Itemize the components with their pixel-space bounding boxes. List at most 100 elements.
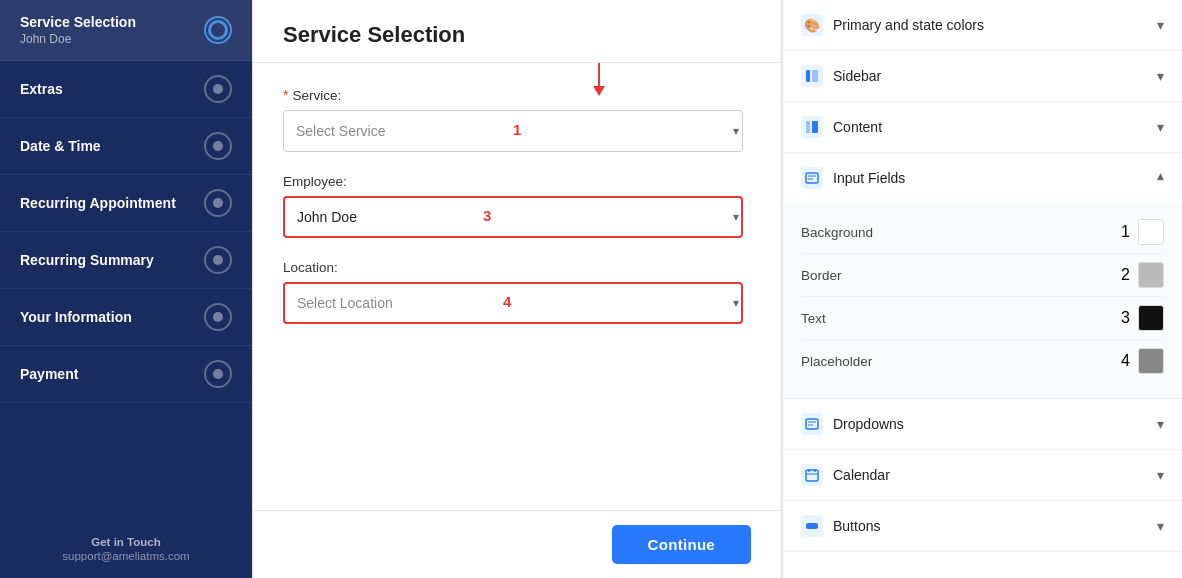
right-section-header-content[interactable]: Content ▾: [783, 102, 1182, 152]
right-section-calendar: Calendar ▾: [783, 450, 1182, 501]
right-section-header-buttons[interactable]: Buttons ▾: [783, 501, 1182, 551]
input-field-label-placeholder: Placeholder: [801, 354, 872, 369]
right-section-dropdowns: Dropdowns ▾: [783, 399, 1182, 450]
sidebar-item-sub-service-selection: John Doe: [20, 32, 136, 46]
sidebar-item-your-information[interactable]: Your Information: [0, 289, 252, 346]
sidebar-item-icon-payment: [204, 360, 232, 388]
continue-button[interactable]: Continue: [612, 525, 751, 564]
svg-rect-1: [812, 70, 818, 82]
footer-title: Get in Touch: [20, 536, 232, 548]
sidebar-item-title-payment: Payment: [20, 366, 78, 382]
right-section-title-content: Content: [833, 119, 882, 135]
sidebar-item-icon-service-selection: [204, 16, 232, 44]
sidebar-item-left-service-selection: Service Selection John Doe: [20, 14, 136, 46]
right-section-title-input-fields: Input Fields: [833, 170, 905, 186]
location-num: 4: [503, 293, 511, 310]
right-section-buttons: Buttons ▾: [783, 501, 1182, 552]
color-swatch-text[interactable]: [1138, 305, 1164, 331]
employee-select[interactable]: John Doe: [283, 196, 743, 238]
field-num-placeholder: 4: [1121, 352, 1130, 370]
svg-rect-2: [806, 121, 810, 133]
svg-rect-3: [812, 121, 818, 133]
main-body: 2 * Service: Select Service ▾ 1 Employee…: [253, 63, 781, 510]
right-section-header-dropdowns[interactable]: Dropdowns ▾: [783, 399, 1182, 449]
right-section-header-sidebar[interactable]: Sidebar ▾: [783, 51, 1182, 101]
right-section-header-calendar[interactable]: Calendar ▾: [783, 450, 1182, 500]
sidebar-item-extras[interactable]: Extras: [0, 61, 252, 118]
right-section-header-left-calendar: Calendar: [801, 464, 890, 486]
chevron-primary-colors: ▾: [1157, 17, 1164, 33]
sidebar-item-icon-date-time: [204, 132, 232, 160]
location-label: Location:: [283, 260, 751, 275]
input-field-right-border: 2: [1121, 262, 1164, 288]
sidebar-item-title-date-time: Date & Time: [20, 138, 101, 154]
service-label: * Service:: [283, 87, 751, 103]
sidebar-item-left-extras: Extras: [20, 81, 63, 97]
service-select-wrapper: Select Service ▾ 1: [283, 110, 751, 152]
chevron-buttons: ▾: [1157, 518, 1164, 534]
employee-select-wrapper: John Doe ▾ 3: [283, 196, 751, 238]
sidebar-footer: Get in Touch support@ameliatms.com: [0, 520, 252, 578]
sidebar-item-payment[interactable]: Payment: [0, 346, 252, 403]
sidebar-item-left-your-information: Your Information: [20, 309, 132, 325]
input-field-row-text: Text 3: [801, 297, 1164, 340]
input-field-label-text: Text: [801, 311, 826, 326]
employee-label: Employee:: [283, 174, 751, 189]
input-field-row-border: Border 2: [801, 254, 1164, 297]
sidebar-item-icon-your-information: [204, 303, 232, 331]
field-num-text: 3: [1121, 309, 1130, 327]
svg-rect-4: [806, 173, 818, 183]
inactive-dot: [213, 84, 223, 94]
arrow-line: [598, 63, 600, 86]
right-section-title-sidebar: Sidebar: [833, 68, 881, 84]
svg-rect-7: [806, 419, 818, 429]
main-content: Service Selection 2 * Service: Select Se…: [252, 0, 782, 578]
sidebar-item-recurring-summary[interactable]: Recurring Summary: [0, 232, 252, 289]
location-form-group: Location: Select Location ▾ 4: [283, 260, 751, 324]
right-section-title-primary-colors: Primary and state colors: [833, 17, 984, 33]
sidebar-item-title-service-selection: Service Selection: [20, 14, 136, 30]
input-field-right-text: 3: [1121, 305, 1164, 331]
sidebar-item-service-selection[interactable]: Service Selection John Doe: [0, 0, 252, 61]
input-field-label-border: Border: [801, 268, 842, 283]
dropdown-icon: [801, 413, 823, 435]
sidebar-item-date-time[interactable]: Date & Time: [0, 118, 252, 175]
employee-form-group: Employee: John Doe ▾ 3: [283, 174, 751, 238]
right-section-header-primary-colors[interactable]: 🎨 Primary and state colors ▾: [783, 0, 1182, 50]
right-section-header-left-dropdowns: Dropdowns: [801, 413, 904, 435]
inactive-dot: [213, 312, 223, 322]
sidebar-item-left-recurring-summary: Recurring Summary: [20, 252, 154, 268]
page-title: Service Selection: [283, 22, 751, 48]
color-swatch-background[interactable]: [1138, 219, 1164, 245]
color-swatch-placeholder[interactable]: [1138, 348, 1164, 374]
field-num-border: 2: [1121, 266, 1130, 284]
buttons-icon: [801, 515, 823, 537]
color-swatch-border[interactable]: [1138, 262, 1164, 288]
input-fields-body: Background 1 Border 2: [783, 203, 1182, 398]
svg-rect-14: [806, 523, 818, 529]
svg-rect-0: [806, 70, 810, 82]
svg-rect-10: [806, 470, 818, 481]
palette-icon: 🎨: [801, 14, 823, 36]
footer-email: support@ameliatms.com: [20, 550, 232, 562]
location-select[interactable]: Select Location: [283, 282, 743, 324]
sidebar-item-icon-recurring-summary: [204, 246, 232, 274]
input-icon: [801, 167, 823, 189]
right-section-title-calendar: Calendar: [833, 467, 890, 483]
location-select-wrapper: Select Location ▾ 4: [283, 282, 751, 324]
sidebar-item-recurring-appointment[interactable]: Recurring Appointment: [0, 175, 252, 232]
right-section-header-left-buttons: Buttons: [801, 515, 880, 537]
sidebar-item-icon-recurring-appointment: [204, 189, 232, 217]
inactive-dot: [213, 141, 223, 151]
right-section-header-left-content: Content: [801, 116, 882, 138]
right-section-header-input-fields[interactable]: Input Fields ▾: [783, 153, 1182, 203]
right-panel: 🎨 Primary and state colors ▾ Sidebar ▾: [782, 0, 1182, 578]
sidebar-icon: [801, 65, 823, 87]
required-star: *: [283, 87, 288, 103]
inactive-dot: [213, 255, 223, 265]
input-field-right-background: 1: [1121, 219, 1164, 245]
sidebar-item-icon-extras: [204, 75, 232, 103]
chevron-calendar: ▾: [1157, 467, 1164, 483]
input-field-row-background: Background 1: [801, 211, 1164, 254]
sidebar-item-title-extras: Extras: [20, 81, 63, 97]
